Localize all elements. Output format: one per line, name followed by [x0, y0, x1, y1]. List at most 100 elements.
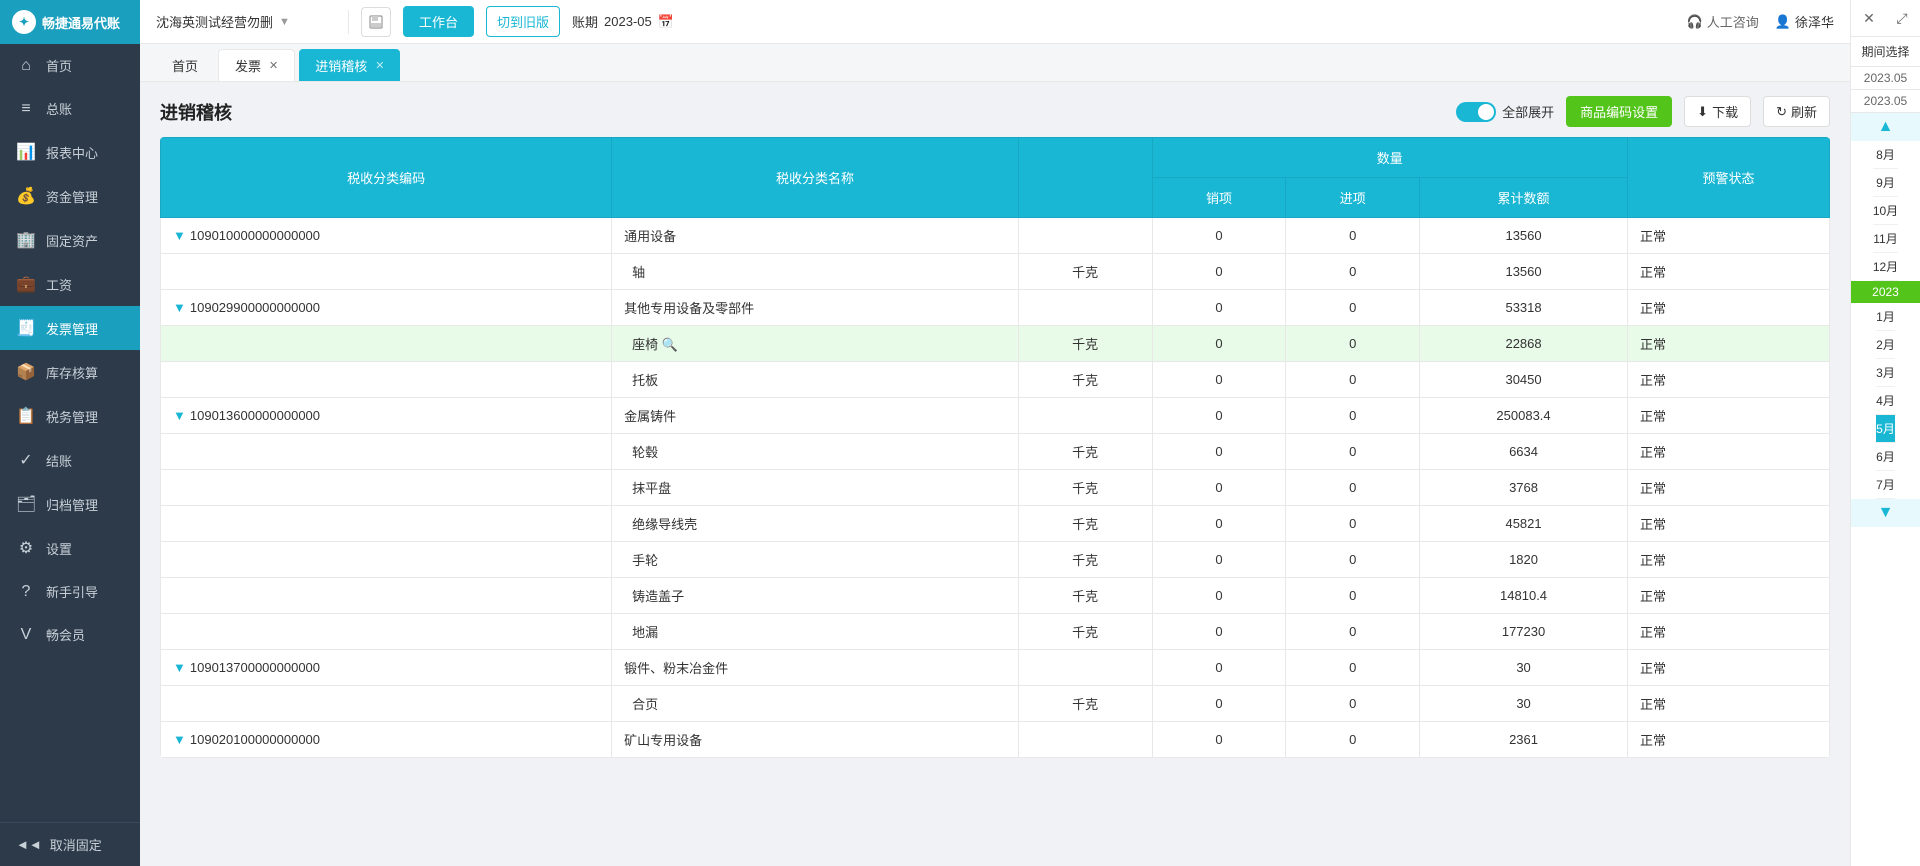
refresh-button[interactable]: ↻ 刷新 [1763, 96, 1830, 127]
table-row[interactable]: 合页 千克 0 0 30 正常 [161, 686, 1830, 722]
sidebar-item-capital[interactable]: 💰 资金管理 [0, 174, 140, 218]
sidebar-item-archive[interactable]: 🗂 归档管理 [0, 482, 140, 526]
unpin-label: 取消固定 [50, 835, 102, 854]
sidebar-item-invoice[interactable]: 🧾 发票管理 [0, 306, 140, 350]
cell-status: 正常 [1627, 218, 1829, 254]
app-logo: ✦ 畅捷通易代账 [0, 0, 140, 44]
period-month-item[interactable]: 12月 [1873, 253, 1898, 281]
table-row[interactable]: 地漏 千克 0 0 177230 正常 [161, 614, 1830, 650]
cell-status: 正常 [1627, 722, 1829, 758]
sidebar-item-tax[interactable]: 📋 税务管理 [0, 394, 140, 438]
cell-purchase: 0 [1286, 254, 1420, 290]
search-icon[interactable]: 🔍 [662, 337, 678, 352]
company-selector[interactable]: 沈海英测试经营勿删 ▼ [156, 12, 336, 31]
old-version-button[interactable]: 切到旧版 [486, 6, 560, 37]
period-month-item[interactable]: 3月 [1876, 359, 1895, 387]
cell-unit: 千克 [1018, 614, 1152, 650]
period-top-1[interactable]: 2023.05 [1851, 67, 1920, 90]
sidebar: ✦ 畅捷通易代账 ⌂ 首页 ≡ 总账 📊 报表中心 💰 资金管理 🏢 固定资产 … [0, 0, 140, 866]
table-row[interactable]: ▼109010000000000000 通用设备 0 0 13560 正常 [161, 218, 1830, 254]
table-row[interactable]: ▼109013600000000000 金属铸件 0 0 250083.4 正常 [161, 398, 1830, 434]
period-month-item[interactable]: 6月 [1876, 443, 1895, 471]
table-row[interactable]: 轴 千克 0 0 13560 正常 [161, 254, 1830, 290]
expand-icon[interactable]: ⤢ [1892, 8, 1912, 28]
save-button[interactable] [361, 7, 391, 37]
capital-icon: 💰 [16, 186, 36, 206]
scroll-up-button[interactable]: ▲ [1851, 113, 1920, 141]
sidebar-item-reports[interactable]: 📊 报表中心 [0, 130, 140, 174]
download-button[interactable]: ⬇ 下载 [1684, 96, 1751, 127]
workbench-button[interactable]: 工作台 [403, 6, 474, 37]
cell-name: 其他专用设备及零部件 [612, 290, 1019, 326]
vip-icon: V [16, 626, 36, 644]
cell-status: 正常 [1627, 362, 1829, 398]
period-month-item[interactable]: 7月 [1876, 471, 1895, 499]
cell-total: 14810.4 [1420, 578, 1628, 614]
product-code-button[interactable]: 商品编码设置 [1566, 96, 1672, 127]
user-menu[interactable]: 👤 徐泽华 [1775, 12, 1834, 31]
tab-invoice[interactable]: 发票 ✕ [218, 49, 295, 81]
period-month-item[interactable]: 10月 [1873, 197, 1898, 225]
cell-name: 抹平盘 [612, 470, 1019, 506]
collapse-icon[interactable]: ✕ [1859, 8, 1879, 28]
table-row[interactable]: ▼109029900000000000 其他专用设备及零部件 0 0 53318… [161, 290, 1830, 326]
table-row[interactable]: ▼109020100000000000 矿山专用设备 0 0 2361 正常 [161, 722, 1830, 758]
sidebar-item-inventory[interactable]: 📦 库存核算 [0, 350, 140, 394]
sidebar-nav: ⌂ 首页 ≡ 总账 📊 报表中心 💰 资金管理 🏢 固定资产 💼 工资 🧾 发票… [0, 44, 140, 822]
table-row[interactable]: 轮毂 千克 0 0 6634 正常 [161, 434, 1830, 470]
sidebar-item-settlement[interactable]: ✓ 结账 [0, 438, 140, 482]
close-icon[interactable]: ✕ [375, 59, 384, 72]
cell-total: 30 [1420, 650, 1628, 686]
period-month-item[interactable]: 4月 [1876, 387, 1895, 415]
period-top-2[interactable]: 2023.05 [1851, 90, 1920, 113]
sidebar-item-ledger[interactable]: ≡ 总账 [0, 87, 140, 130]
sidebar-item-label: 设置 [46, 539, 72, 558]
period-year[interactable]: 2023 [1851, 281, 1920, 303]
period-month-item[interactable]: 1月 [1876, 303, 1895, 331]
sidebar-item-vip[interactable]: V 畅会员 [0, 613, 140, 656]
cell-name: 金属铸件 [612, 398, 1019, 434]
cell-unit [1018, 722, 1152, 758]
tab-reconciliation-label: 进销稽核 [315, 56, 367, 75]
period-month-item[interactable]: 9月 [1873, 169, 1898, 197]
table-row[interactable]: 托板 千克 0 0 30450 正常 [161, 362, 1830, 398]
sidebar-item-guide[interactable]: ? 新手引导 [0, 570, 140, 613]
toggle-switch[interactable] [1456, 102, 1496, 122]
cell-total: 2361 [1420, 722, 1628, 758]
settings-icon: ⚙ [16, 538, 36, 558]
table-row[interactable]: 绝缘导线壳 千克 0 0 45821 正常 [161, 506, 1830, 542]
cell-total: 30 [1420, 686, 1628, 722]
sidebar-item-settings[interactable]: ⚙ 设置 [0, 526, 140, 570]
tab-home[interactable]: 首页 [156, 49, 214, 81]
period-month-item[interactable]: 8月 [1873, 141, 1898, 169]
table-row[interactable]: ▼109013700000000000 锻件、粉末冶金件 0 0 30 正常 [161, 650, 1830, 686]
close-icon[interactable]: ✕ [269, 59, 278, 72]
sidebar-item-label: 总账 [46, 99, 72, 118]
table-row[interactable]: 手轮 千克 0 0 1820 正常 [161, 542, 1830, 578]
pin-icon: ◄◄ [16, 837, 42, 852]
sidebar-item-home[interactable]: ⌂ 首页 [0, 44, 140, 87]
sidebar-item-payroll[interactable]: 💼 工资 [0, 262, 140, 306]
app-name: 畅捷通易代账 [42, 13, 120, 32]
period-prefix: 账期 [572, 12, 598, 31]
support-button[interactable]: 🎧 人工咨询 [1687, 12, 1759, 31]
period-month-item[interactable]: 2月 [1876, 331, 1895, 359]
table-row[interactable]: 座椅 🔍 千克 0 0 22868 正常 [161, 326, 1830, 362]
expand-all-toggle[interactable]: 全部展开 [1456, 102, 1554, 122]
scroll-down-button[interactable]: ▼ [1851, 499, 1920, 527]
period-month-item[interactable]: 11月 [1873, 225, 1898, 253]
cell-name: 轮毂 [612, 434, 1019, 470]
sidebar-item-assets[interactable]: 🏢 固定资产 [0, 218, 140, 262]
cell-purchase: 0 [1286, 578, 1420, 614]
cell-code: ▼109013600000000000 [161, 398, 612, 434]
th-purchase: 进项 [1286, 178, 1420, 218]
calendar-icon[interactable]: 📅 [658, 14, 674, 30]
period-month-item[interactable]: 5月 [1876, 415, 1895, 443]
settlement-icon: ✓ [16, 450, 36, 470]
cell-code [161, 686, 612, 722]
table-row[interactable]: 铸造盖子 千克 0 0 14810.4 正常 [161, 578, 1830, 614]
sidebar-unpin[interactable]: ◄◄ 取消固定 [0, 822, 140, 866]
table-row[interactable]: 抹平盘 千克 0 0 3768 正常 [161, 470, 1830, 506]
cell-total: 250083.4 [1420, 398, 1628, 434]
tab-reconciliation[interactable]: 进销稽核 ✕ [299, 49, 400, 81]
